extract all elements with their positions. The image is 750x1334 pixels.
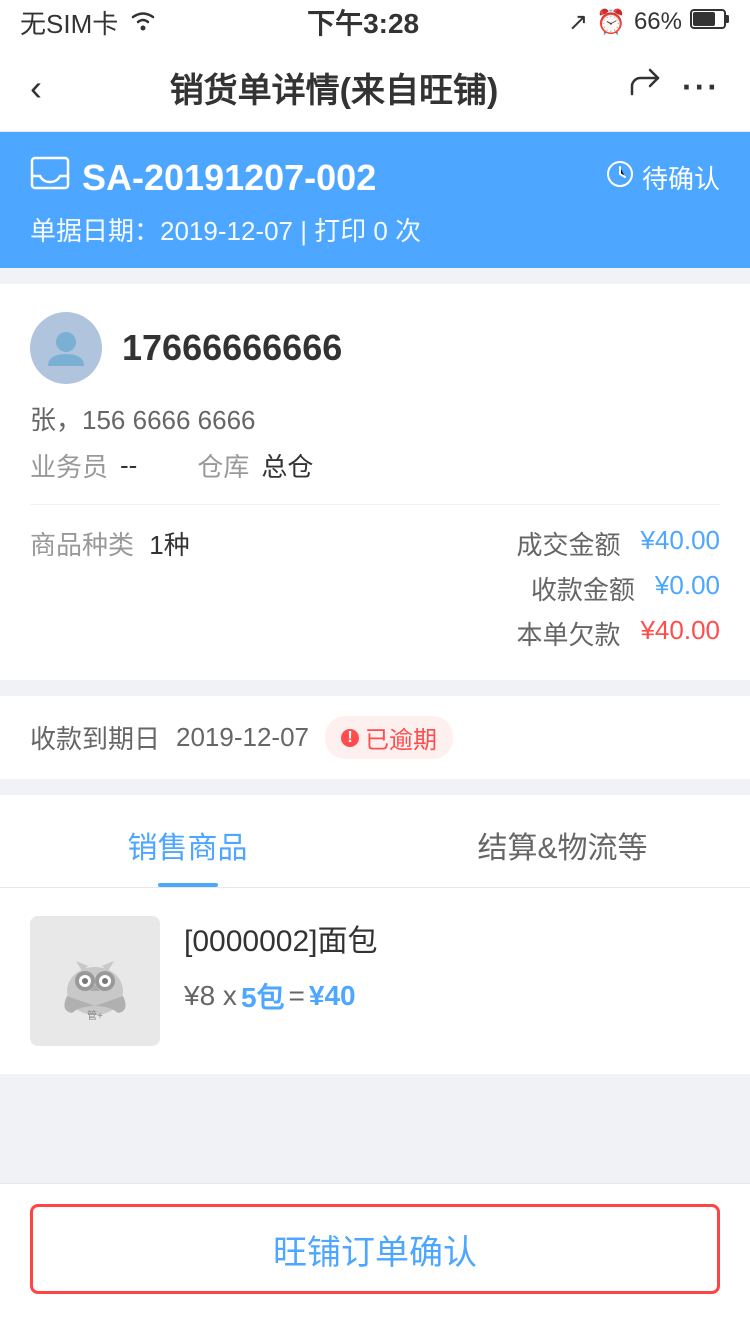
status-bar: 无SIM卡 下午3:28 ↗ ⏰ 66%	[0, 0, 750, 44]
nav-actions: ···	[626, 66, 720, 109]
due-date-value: 2019-12-07	[176, 722, 309, 753]
product-types: 商品种类 1种	[30, 525, 190, 562]
confirm-order-button[interactable]: 旺铺订单确认	[30, 1204, 720, 1294]
customer-card: 17666666666 张，156 6666 6666 业务员 -- 仓库 总仓…	[0, 284, 750, 680]
order-status: 待确认	[606, 159, 720, 196]
owed-label: 本单欠款	[516, 615, 620, 652]
bottom-bar: 旺铺订单确认	[0, 1183, 750, 1334]
product-name: [0000002]面包	[184, 916, 720, 960]
share-icon[interactable]	[626, 66, 662, 109]
carrier-label: 无SIM卡	[20, 4, 118, 41]
sales-rep-value: --	[120, 450, 137, 481]
due-date-label: 收款到期日	[30, 719, 160, 756]
collected-value: ¥0.00	[655, 570, 720, 607]
owed-row: 本单欠款 ¥40.00	[516, 615, 720, 652]
overdue-badge: ! 已逾期	[325, 716, 453, 759]
overdue-icon: !	[341, 729, 359, 747]
transaction-row: 成交金额 ¥40.00	[516, 525, 720, 562]
status-left: 无SIM卡	[20, 4, 158, 41]
battery-icon	[690, 8, 730, 37]
status-right: ↗ ⏰ 66%	[568, 8, 730, 37]
tabs-container: 销售商品 结算&物流等	[0, 795, 750, 888]
tab-settlement[interactable]: 结算&物流等	[375, 795, 750, 887]
amount-stats: 成交金额 ¥40.00 收款金额 ¥0.00 本单欠款 ¥40.00	[516, 525, 720, 652]
product-card: 管+ [0000002]面包 ¥8 x 5包 = ¥40	[0, 888, 750, 1074]
back-button[interactable]: ‹	[30, 67, 42, 109]
price-base: ¥8 x	[184, 980, 237, 1012]
tab-sales-products[interactable]: 销售商品	[0, 795, 375, 887]
transaction-label: 成交金额	[516, 525, 620, 562]
transaction-value: ¥40.00	[640, 525, 720, 562]
order-banner: SA-20191207-002 待确认 单据日期：2019-12-07 | 打印…	[0, 132, 750, 268]
warehouse-row: 仓库 总仓	[197, 447, 313, 484]
customer-phone: 17666666666	[122, 327, 342, 369]
price-quantity: 5包	[241, 976, 285, 1016]
warehouse-value: 总仓	[261, 447, 313, 484]
more-icon[interactable]: ···	[682, 69, 720, 106]
alarm-icon: ⏰	[596, 8, 626, 37]
overdue-text: 已逾期	[365, 720, 437, 755]
collected-row: 收款金额 ¥0.00	[531, 570, 720, 607]
order-id: SA-20191207-002	[30, 156, 376, 199]
order-inbox-icon	[30, 156, 70, 199]
divider-1	[30, 504, 720, 505]
location-icon: ↗	[568, 8, 588, 37]
page-title: 销货单详情(来自旺铺)	[170, 63, 499, 112]
owed-value: ¥40.00	[640, 615, 720, 652]
price-equals: =	[289, 980, 305, 1012]
order-date: 单据日期：2019-12-07 | 打印 0 次	[30, 211, 720, 248]
product-info: [0000002]面包 ¥8 x 5包 = ¥40	[184, 916, 720, 1016]
sales-rep-label: 业务员	[30, 447, 108, 484]
svg-text:管+: 管+	[87, 1009, 103, 1021]
customer-meta: 业务员 -- 仓库 总仓	[30, 447, 720, 484]
stats-row: 商品种类 1种 成交金额 ¥40.00 收款金额 ¥0.00 本单欠款 ¥40.…	[30, 525, 720, 652]
warehouse-label: 仓库	[197, 447, 249, 484]
tab-underline	[158, 883, 218, 887]
due-date-row: 收款到期日 2019-12-07 ! 已逾期	[0, 696, 750, 779]
wifi-icon	[128, 7, 158, 38]
battery-label: 66%	[634, 8, 682, 36]
sales-rep-row: 业务员 --	[30, 447, 137, 484]
product-thumbnail: 管+	[30, 916, 160, 1046]
price-total: ¥40	[309, 980, 356, 1012]
customer-name: 张，156 6666 6666	[30, 400, 720, 437]
time-display: 下午3:28	[307, 2, 419, 42]
collected-label: 收款金额	[531, 570, 635, 607]
product-price-row: ¥8 x 5包 = ¥40	[184, 976, 720, 1016]
nav-bar: ‹ 销货单详情(来自旺铺) ···	[0, 44, 750, 132]
clock-icon	[606, 160, 634, 195]
product-types-label: 商品种类	[30, 530, 134, 560]
product-types-value: 1种	[149, 530, 189, 560]
customer-avatar	[30, 312, 102, 384]
